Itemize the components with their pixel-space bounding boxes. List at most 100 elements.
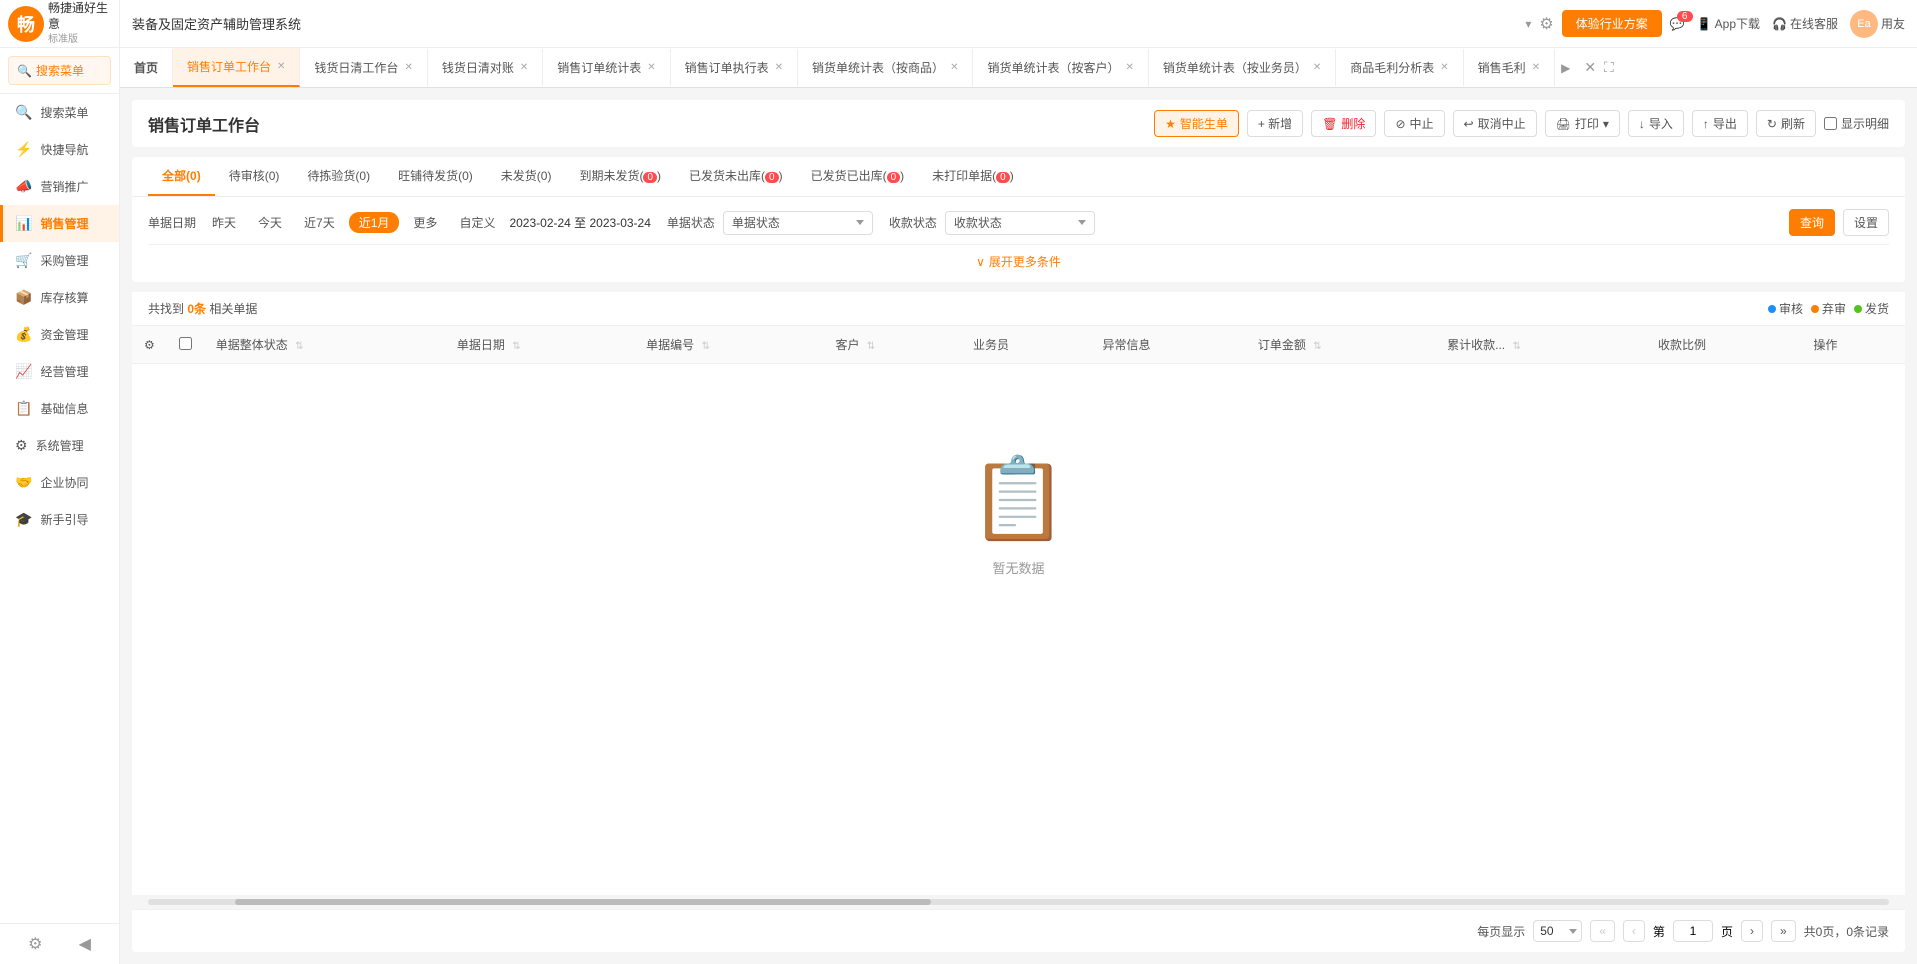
delete-btn[interactable]: 🗑 删除 bbox=[1311, 110, 1376, 137]
smart-generate-btn[interactable]: ★ 智能生单 bbox=[1154, 110, 1239, 137]
sidebar-bottom: ⚙ ◀ bbox=[0, 923, 119, 964]
tab-2[interactable]: 钱货日清工作台✕ bbox=[300, 49, 427, 86]
tab-close-icon[interactable]: ✕ bbox=[1440, 62, 1448, 73]
tab-close-icon[interactable]: ✕ bbox=[1125, 62, 1133, 73]
first-page-btn[interactable]: « bbox=[1590, 920, 1615, 942]
online-service-link[interactable]: 🎧 在线客服 bbox=[1772, 15, 1838, 32]
sidebar-item-采购管理[interactable]: 🛒采购管理 bbox=[0, 242, 119, 279]
date-quick-近7天[interactable]: 近7天 bbox=[296, 212, 343, 233]
sidebar-item-销售管理[interactable]: 📊销售管理 bbox=[0, 205, 119, 242]
search-menu-button[interactable]: 🔍 搜索菜单 bbox=[8, 56, 111, 85]
sidebar-item-搜索菜单[interactable]: 🔍搜索菜单 bbox=[0, 94, 119, 131]
import-btn[interactable]: ↓ 导入 bbox=[1628, 110, 1684, 137]
sidebar-item-系统管理[interactable]: ⚙系统管理 bbox=[0, 427, 119, 464]
page-title: 销售订单工作台 bbox=[148, 112, 260, 136]
last-page-btn[interactable]: » bbox=[1771, 920, 1796, 942]
filter-settings-btn[interactable]: 设置 bbox=[1843, 209, 1889, 236]
date-quick-更多[interactable]: 更多 bbox=[405, 212, 445, 233]
sidebar-item-企业协同[interactable]: 🤝企业协同 bbox=[0, 464, 119, 501]
tab-3[interactable]: 钱货日清对账✕ bbox=[428, 49, 543, 86]
show-detail-checkbox[interactable]: 显示明细 bbox=[1824, 115, 1889, 132]
date-quick-昨天[interactable]: 昨天 bbox=[204, 212, 244, 233]
date-quick-今天[interactable]: 今天 bbox=[250, 212, 290, 233]
sidebar-item-资金管理[interactable]: 💰资金管理 bbox=[0, 316, 119, 353]
sidebar-item-基础信息[interactable]: 📋基础信息 bbox=[0, 390, 119, 427]
payment-filter: 收款状态 收款状态 bbox=[889, 211, 1095, 235]
tab-max-btn[interactable]: ⛶ bbox=[1600, 59, 1618, 76]
tab-5[interactable]: 销售订单执行表✕ bbox=[671, 49, 798, 86]
next-page-btn[interactable]: › bbox=[1741, 920, 1763, 942]
tab-9[interactable]: 商品毛利分析表✕ bbox=[1336, 49, 1463, 86]
tab-7[interactable]: 销货单统计表（按客户）✕ bbox=[973, 49, 1148, 86]
sidebar-item-快捷导航[interactable]: ⚡快捷导航 bbox=[0, 131, 119, 168]
col-checkbox[interactable] bbox=[167, 326, 204, 364]
stop-btn[interactable]: ⊘ 中止 bbox=[1384, 110, 1444, 137]
sidebar-item-新手引导[interactable]: 🎓新手引导 bbox=[0, 501, 119, 538]
date-quick-options: 昨天今天近7天近1月更多自定义2023-02-24 至 2023-03-24 bbox=[204, 212, 651, 233]
batch-cancel-btn[interactable]: 弃审 bbox=[1811, 300, 1846, 317]
date-quick-近1月[interactable]: 近1月 bbox=[349, 212, 400, 233]
tabs-nav-arrow[interactable]: ▶ bbox=[1555, 61, 1576, 75]
tab-close-icon[interactable]: ✕ bbox=[775, 62, 783, 73]
export-btn[interactable]: ↑ 导出 bbox=[1692, 110, 1748, 137]
tab-close-icon[interactable]: ✕ bbox=[1313, 62, 1321, 73]
tab-close-icon[interactable]: ✕ bbox=[520, 62, 528, 73]
tab-1[interactable]: 销售订单工作台✕ bbox=[173, 48, 300, 87]
message-badge[interactable]: 💬 6 bbox=[1670, 17, 1685, 31]
app-download-link[interactable]: 📱 App下载 bbox=[1697, 15, 1760, 32]
industry-btn[interactable]: 体验行业方案 bbox=[1562, 10, 1662, 37]
tab-8[interactable]: 销货单统计表（按业务员）✕ bbox=[1149, 49, 1336, 86]
table-scroll[interactable]: ⚙ 单据整体状态 ⇅ 单据日期 ⇅ 单据编号 ⇅ 客户 ⇅ 业务员 异常信息 订… bbox=[132, 326, 1905, 895]
sidebar-item-经营管理[interactable]: 📈经营管理 bbox=[0, 353, 119, 390]
sub-tab-已发货未出库[interactable]: 已发货未出库(0) bbox=[675, 157, 797, 196]
tab-close-icon[interactable]: ✕ bbox=[277, 61, 285, 72]
horizontal-scroll bbox=[132, 895, 1905, 909]
logo-icon: 畅 bbox=[8, 6, 44, 42]
select-all-checkbox[interactable] bbox=[179, 337, 192, 350]
tab-close-all-btn[interactable]: ✕ bbox=[1580, 59, 1600, 76]
col-ratio: 收款比例 bbox=[1646, 326, 1801, 364]
sub-tab-未打印单据[interactable]: 未打印单据(0) bbox=[918, 157, 1028, 196]
sub-tab-到期未发货[interactable]: 到期未发货(0) bbox=[565, 157, 675, 196]
batch-review-btn[interactable]: 审核 bbox=[1768, 300, 1803, 317]
status-select[interactable]: 单据状态 bbox=[723, 211, 873, 235]
new-btn[interactable]: + 新增 bbox=[1247, 110, 1303, 137]
print-btn[interactable]: 🖨 打印 ▾ bbox=[1545, 110, 1620, 137]
tab-10[interactable]: 销售毛利✕ bbox=[1464, 49, 1555, 86]
date-quick-自定义[interactable]: 自定义 bbox=[451, 212, 503, 233]
expand-filter-btn[interactable]: ∨ 展开更多条件 bbox=[976, 253, 1061, 270]
tab-close-icon[interactable]: ✕ bbox=[1532, 62, 1540, 73]
system-dropdown-icon[interactable]: ▾ bbox=[1525, 17, 1531, 31]
tab-close-icon[interactable]: ✕ bbox=[404, 62, 412, 73]
per-page-select[interactable]: 2050100 bbox=[1533, 920, 1582, 942]
sidebar-item-库存核算[interactable]: 📦库存核算 bbox=[0, 279, 119, 316]
settings-icon[interactable]: ⚙ bbox=[1539, 14, 1553, 34]
page-input[interactable] bbox=[1673, 920, 1713, 942]
detail-checkbox-input[interactable] bbox=[1824, 117, 1837, 130]
sub-tab-待拣验货[interactable]: 待拣验货(0) bbox=[293, 157, 384, 196]
user-info[interactable]: Ea 用友 bbox=[1850, 10, 1905, 38]
print-icon: 🖨 bbox=[1556, 117, 1571, 131]
sub-tab-未发货[interactable]: 未发货(0) bbox=[487, 157, 566, 196]
review-dot bbox=[1768, 305, 1776, 313]
col-settings[interactable]: ⚙ bbox=[132, 326, 167, 364]
sub-tab-全部[interactable]: 全部(0) bbox=[148, 157, 215, 196]
refresh-btn[interactable]: ↻ 刷新 bbox=[1756, 110, 1816, 137]
tab-6[interactable]: 销货单统计表（按商品）✕ bbox=[798, 49, 973, 86]
tab-close-icon[interactable]: ✕ bbox=[950, 62, 958, 73]
sidebar-item-营销推广[interactable]: 📣营销推广 bbox=[0, 168, 119, 205]
tab-0[interactable]: 首页 bbox=[120, 49, 173, 86]
collapse-icon[interactable]: ◀ bbox=[79, 934, 91, 954]
tab-close-icon[interactable]: ✕ bbox=[647, 62, 655, 73]
sub-tab-已发货已出库[interactable]: 已发货已出库(0) bbox=[797, 157, 919, 196]
prev-page-btn[interactable]: ‹ bbox=[1623, 920, 1645, 942]
cancel-stop-btn[interactable]: ↩ 取消中止 bbox=[1453, 110, 1537, 137]
query-btn[interactable]: 查询 bbox=[1789, 209, 1835, 236]
tab-4[interactable]: 销售订单统计表✕ bbox=[543, 49, 670, 86]
scroll-thumb[interactable] bbox=[235, 899, 931, 905]
payment-select[interactable]: 收款状态 bbox=[945, 211, 1095, 235]
settings-bottom-icon[interactable]: ⚙ bbox=[28, 934, 42, 954]
sub-tab-旺铺待发货[interactable]: 旺铺待发货(0) bbox=[384, 157, 487, 196]
batch-ship-btn[interactable]: 发货 bbox=[1854, 300, 1889, 317]
sub-tab-待审核[interactable]: 待审核(0) bbox=[215, 157, 294, 196]
